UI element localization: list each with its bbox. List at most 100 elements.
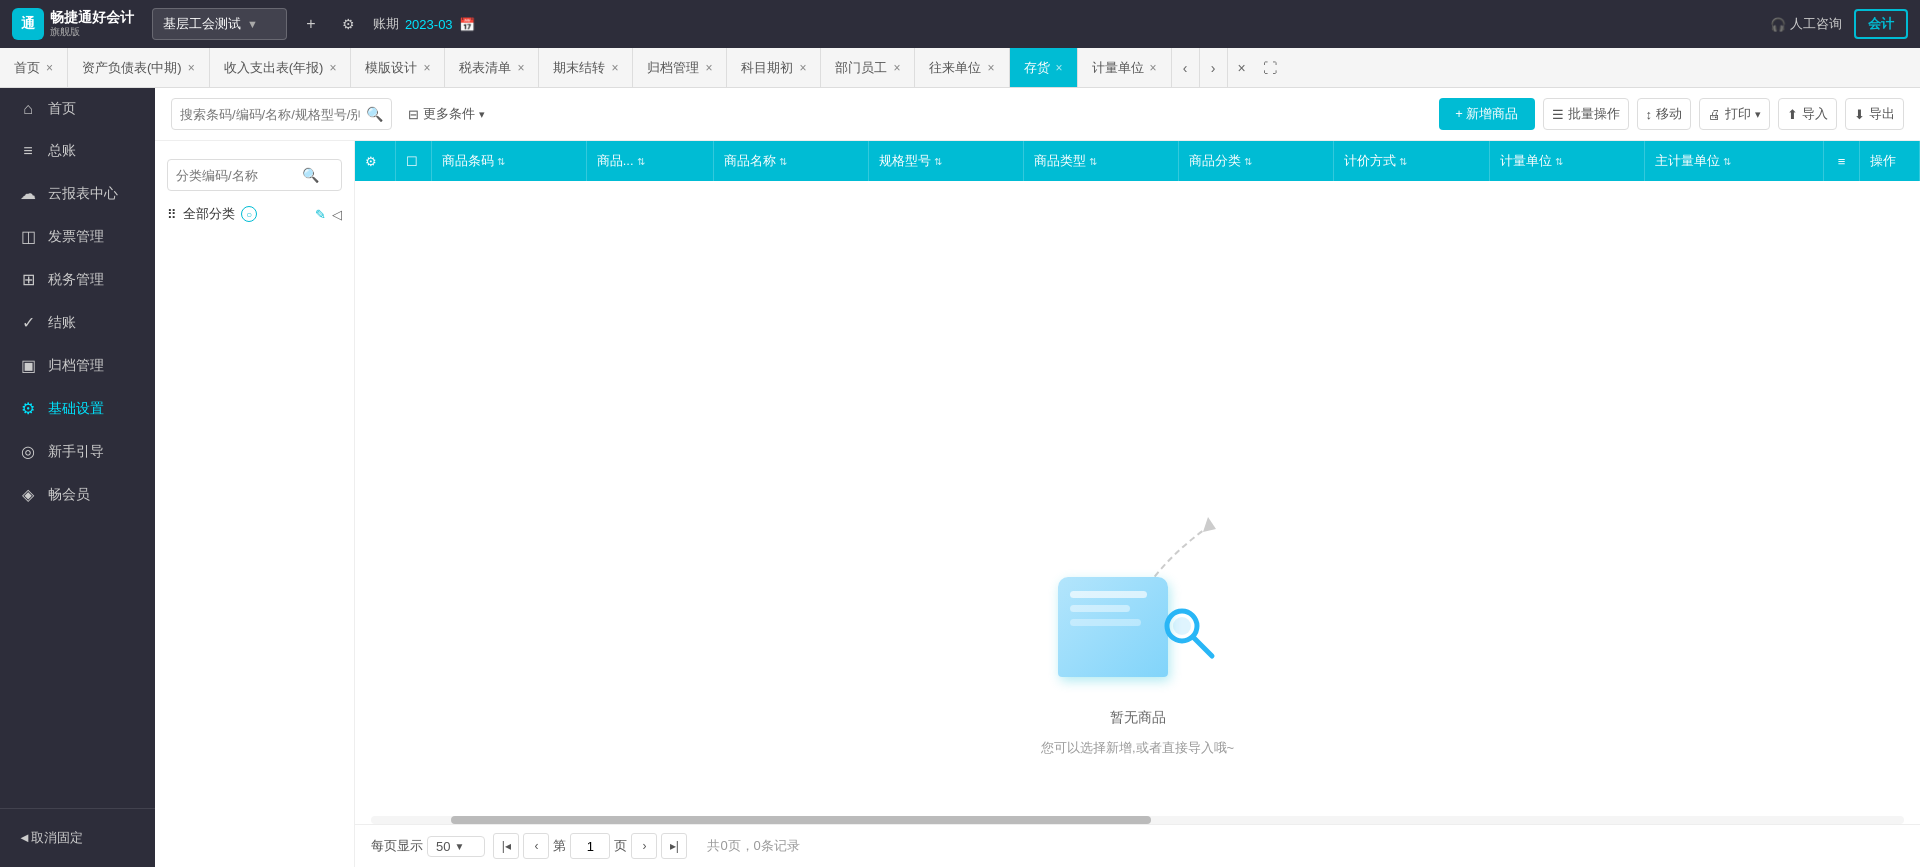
home-icon: ⌂ [18, 100, 38, 118]
add-tab-button[interactable]: + [297, 15, 325, 33]
tab-label: 首页 [14, 59, 40, 77]
unpin-button[interactable]: ◄取消固定 [0, 819, 155, 857]
sidebar-item-cloud-report[interactable]: ☁ 云报表中心 [0, 172, 155, 215]
sidebar-item-invoice[interactable]: ◫ 发票管理 [0, 215, 155, 258]
sidebar-item-archive[interactable]: ▣ 归档管理 [0, 344, 155, 387]
tab-close-icon[interactable]: × [1056, 61, 1063, 75]
prev-page-button[interactable]: ‹ [523, 833, 549, 859]
import-button[interactable]: ⬆ 导入 [1778, 98, 1837, 130]
tab-close-icon[interactable]: × [423, 61, 430, 75]
tab-close-icon[interactable]: × [987, 61, 994, 75]
sort-icon[interactable]: ⇅ [1244, 156, 1252, 167]
sidebar-item-tax[interactable]: ⊞ 税务管理 [0, 258, 155, 301]
th-barcode: 商品条码⇅ [431, 141, 586, 181]
th-code: 商品...⇅ [586, 141, 713, 181]
tab-inventory[interactable]: 存货 × [1010, 48, 1078, 87]
search-input-secondary[interactable] [180, 107, 360, 122]
sidebar-item-home[interactable]: ⌂ 首页 [0, 88, 155, 130]
tab-close-all[interactable]: × [1228, 48, 1256, 87]
sidebar-item-membership[interactable]: ◈ 畅会员 [0, 473, 155, 516]
horizontal-scrollbar[interactable] [371, 816, 1904, 824]
import-icon: ⬆ [1787, 107, 1798, 122]
tab-measurement-unit[interactable]: 计量单位 × [1078, 48, 1172, 87]
tab-balance-sheet[interactable]: 资产负债表(中期) × [68, 48, 210, 87]
tab-close-icon[interactable]: × [893, 61, 900, 75]
tab-scroll-right[interactable]: › [1200, 48, 1228, 87]
tab-label: 税表清单 [459, 59, 511, 77]
sort-icon[interactable]: ⇅ [637, 156, 645, 167]
sidebar-item-basic-settings[interactable]: ⚙ 基础设置 [0, 387, 155, 430]
tab-close-icon[interactable]: × [46, 61, 53, 75]
all-categories-item[interactable]: ⠿ 全部分类 ○ ✎ ◁ [155, 199, 354, 229]
tab-expand[interactable]: ⛶ [1256, 48, 1284, 87]
account-button[interactable]: 会计 [1854, 9, 1908, 39]
tab-close-icon[interactable]: × [799, 61, 806, 75]
export-button[interactable]: ⬇ 导出 [1845, 98, 1904, 130]
tab-subject-initial[interactable]: 科目期初 × [727, 48, 821, 87]
tab-income-statement[interactable]: 收入支出表(年报) × [210, 48, 352, 87]
category-collapse-icon[interactable]: ◁ [332, 207, 342, 222]
first-page-button[interactable]: |◂ [493, 833, 519, 859]
sidebar-label: 归档管理 [48, 357, 104, 375]
sidebar-item-guide[interactable]: ◎ 新手引导 [0, 430, 155, 473]
calendar-icon[interactable]: 📅 [459, 17, 475, 32]
th-settings[interactable]: ⚙ [355, 141, 395, 181]
company-selector[interactable]: 基层工会测试 ▼ [152, 8, 287, 40]
th-unit: 计量单位⇅ [1489, 141, 1644, 181]
unpin-label: ◄取消固定 [18, 829, 83, 847]
tab-close-icon[interactable]: × [329, 61, 336, 75]
tab-department-staff[interactable]: 部门员工 × [821, 48, 915, 87]
search-icon[interactable]: 🔍 [366, 106, 383, 122]
sort-icon[interactable]: ⇅ [934, 156, 942, 167]
category-search-icon[interactable]: 🔍 [302, 167, 319, 183]
page-size-dropdown[interactable]: 50 ▼ [427, 836, 485, 857]
tab-close-icon[interactable]: × [705, 61, 712, 75]
sort-icon[interactable]: ⇅ [1555, 156, 1563, 167]
consult-button[interactable]: 🎧 人工咨询 [1770, 15, 1842, 33]
page-unit: 页 [614, 837, 627, 855]
tab-close-icon[interactable]: × [611, 61, 618, 75]
sort-icon[interactable]: ⇅ [779, 156, 787, 167]
sidebar-item-ledger[interactable]: ≡ 总账 [0, 130, 155, 172]
category-search-input[interactable] [176, 168, 296, 183]
tab-archive[interactable]: 归档管理 × [633, 48, 727, 87]
sort-icon[interactable]: ⇅ [1399, 156, 1407, 167]
sort-icon[interactable]: ⇅ [1723, 156, 1731, 167]
top-bar-right: 🎧 人工咨询 会计 [1770, 9, 1908, 39]
move-icon: ↕ [1646, 107, 1653, 122]
move-button[interactable]: ↕ 移动 [1637, 98, 1692, 130]
last-page-button[interactable]: ▸| [661, 833, 687, 859]
batch-operation-button[interactable]: ☰ 批量操作 [1543, 98, 1629, 130]
th-checkbox[interactable]: ☐ [395, 141, 431, 181]
tab-homepage[interactable]: 首页 × [0, 48, 68, 87]
sort-icon[interactable]: ⇅ [1089, 156, 1097, 167]
more-filter-button[interactable]: ⊟ 更多条件 ▾ [400, 98, 493, 130]
cloud-icon: ☁ [18, 184, 38, 203]
tab-close-icon[interactable]: × [1150, 61, 1157, 75]
tab-close-icon[interactable]: × [517, 61, 524, 75]
empty-illustration [1038, 497, 1238, 697]
magnifier-svg [1160, 604, 1220, 664]
tab-close-icon[interactable]: × [188, 61, 195, 75]
period-value[interactable]: 2023-03 [405, 17, 453, 32]
settings-gear-icon: ⚙ [18, 399, 38, 418]
page-number-input[interactable] [570, 833, 610, 859]
add-product-button[interactable]: + 新增商品 [1439, 98, 1534, 130]
scrollbar-thumb[interactable] [451, 816, 1151, 824]
tab-label: 资产负债表(中期) [82, 59, 182, 77]
print-button[interactable]: 🖨 打印 ▾ [1699, 98, 1770, 130]
tab-counterpart[interactable]: 往来单位 × [915, 48, 1009, 87]
tab-label: 计量单位 [1092, 59, 1144, 77]
next-page-button[interactable]: › [631, 833, 657, 859]
svg-marker-0 [1203, 517, 1216, 532]
sort-icon[interactable]: ⇅ [497, 156, 505, 167]
tab-scroll-left[interactable]: ‹ [1172, 48, 1200, 87]
category-edit-icon[interactable]: ✎ [315, 207, 326, 222]
tab-template-design[interactable]: 模版设计 × [351, 48, 445, 87]
settings-icon[interactable]: ⚙ [335, 16, 363, 32]
th-more[interactable]: ≡ [1824, 141, 1860, 181]
tab-period-transfer[interactable]: 期末结转 × [539, 48, 633, 87]
company-name: 基层工会测试 [163, 15, 241, 33]
tab-tax-list[interactable]: 税表清单 × [445, 48, 539, 87]
sidebar-item-settlement[interactable]: ✓ 结账 [0, 301, 155, 344]
